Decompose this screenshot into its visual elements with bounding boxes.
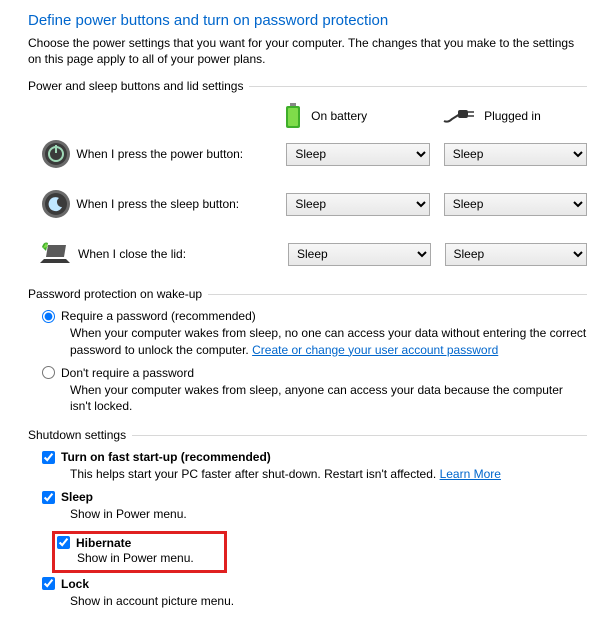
col-header-plugged: Plugged in <box>442 107 587 125</box>
sleep-button-battery-select[interactable]: Sleep <box>286 193 429 216</box>
hibernate-highlight: Hibernate Show in Power menu. <box>52 531 227 573</box>
fast-startup-checkbox[interactable] <box>42 451 55 464</box>
hibernate-desc: Show in Power menu. <box>77 550 216 566</box>
group-power-sleep-lid: Power and sleep buttons and lid settings… <box>28 79 587 271</box>
require-password-desc: When your computer wakes from sleep, no … <box>70 325 587 357</box>
lock-checkbox[interactable] <box>42 577 55 590</box>
lid-plugged-select[interactable]: Sleep <box>445 243 588 266</box>
lid-icon <box>40 237 74 271</box>
battery-icon <box>283 103 303 129</box>
require-password-radio[interactable] <box>42 310 55 323</box>
plug-icon <box>442 107 476 125</box>
dont-require-password-desc: When your computer wakes from sleep, any… <box>70 382 587 414</box>
create-change-password-link[interactable]: Create or change your user account passw… <box>252 343 498 357</box>
row-lid-label: When I close the lid: <box>74 247 288 261</box>
col-header-battery: On battery <box>283 103 428 129</box>
power-button-plugged-select[interactable]: Sleep <box>444 143 587 166</box>
sleep-button-icon <box>40 187 72 221</box>
power-button-icon <box>40 137 72 171</box>
lock-label: Lock <box>61 577 89 591</box>
dont-require-password-radio[interactable] <box>42 366 55 379</box>
require-password-label: Require a password (recommended) <box>61 309 256 323</box>
page-title: Define power buttons and turn on passwor… <box>28 12 587 29</box>
group-label: Power and sleep buttons and lid settings <box>28 79 587 93</box>
fast-startup-desc: This helps start your PC faster after sh… <box>70 466 587 482</box>
row-power-label: When I press the power button: <box>72 147 286 161</box>
sleep-checkbox[interactable] <box>42 491 55 504</box>
hibernate-checkbox[interactable] <box>57 536 70 549</box>
lock-desc: Show in account picture menu. <box>70 593 587 609</box>
row-sleep-label: When I press the sleep button: <box>72 197 286 211</box>
power-button-battery-select[interactable]: Sleep <box>286 143 429 166</box>
sleep-button-plugged-select[interactable]: Sleep <box>444 193 587 216</box>
group-shutdown-settings: Shutdown settings Turn on fast start-up … <box>28 428 587 609</box>
learn-more-link[interactable]: Learn More <box>440 467 501 481</box>
sleep-label: Sleep <box>61 490 93 504</box>
hibernate-label: Hibernate <box>76 536 131 550</box>
group-label: Shutdown settings <box>28 428 587 442</box>
sleep-desc: Show in Power menu. <box>70 506 587 522</box>
dont-require-password-label: Don't require a password <box>61 366 194 380</box>
intro-text: Choose the power settings that you want … <box>28 35 587 67</box>
group-password-protection: Password protection on wake-up Require a… <box>28 287 587 414</box>
lid-battery-select[interactable]: Sleep <box>288 243 431 266</box>
group-label: Password protection on wake-up <box>28 287 587 301</box>
fast-startup-label: Turn on fast start-up (recommended) <box>61 450 271 464</box>
